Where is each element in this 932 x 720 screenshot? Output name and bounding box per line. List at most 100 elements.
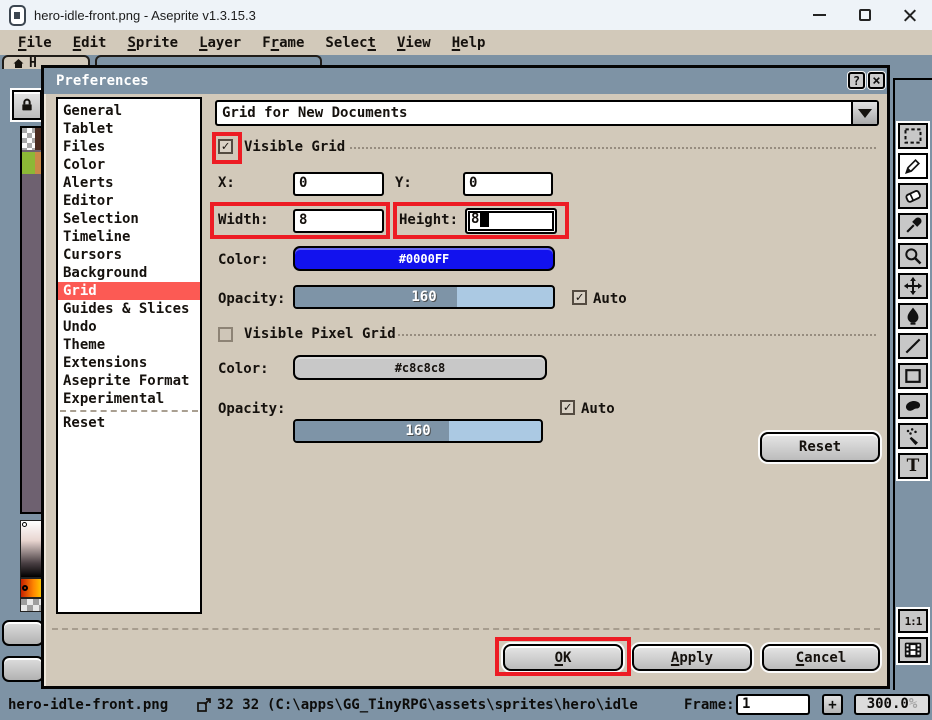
sidebar-item-color[interactable]: Color <box>58 156 200 174</box>
x-label: X: <box>218 175 235 191</box>
hue-slider[interactable] <box>20 578 45 598</box>
pixel-opacity-slider[interactable]: 160 <box>293 419 543 443</box>
zoom-1-1-button[interactable]: 1:1 <box>896 607 930 635</box>
spray-tool-button[interactable] <box>896 421 930 451</box>
menu-edit[interactable]: Edit <box>63 33 118 53</box>
grid-color-button[interactable]: #0000FF <box>293 246 555 271</box>
green-swatch[interactable] <box>22 152 35 174</box>
menu-file[interactable]: File <box>8 33 63 53</box>
move-tool-button[interactable] <box>896 271 930 301</box>
close-button[interactable] <box>887 0 932 30</box>
grid-scope-dropdown[interactable]: Grid for New Documents <box>215 100 879 126</box>
maximize-button[interactable] <box>842 0 887 30</box>
sidebar-item-editor[interactable]: Editor <box>58 192 200 210</box>
tab-active-document[interactable] <box>95 55 322 69</box>
sidebar-separator <box>60 410 198 412</box>
grid-y-field[interactable]: 0 <box>463 172 553 196</box>
grid-height-field[interactable]: 8 <box>465 208 557 234</box>
gradient-selector-dot <box>22 522 27 527</box>
plus-icon: + <box>828 696 837 713</box>
color-palette-panel[interactable] <box>20 126 45 514</box>
sidebar-item-undo[interactable]: Undo <box>58 318 200 336</box>
menu-frame[interactable]: Frame <box>252 33 315 53</box>
pencil-tool-button[interactable] <box>896 151 930 181</box>
sidebar-item-tablet[interactable]: Tablet <box>58 120 200 138</box>
spray-icon <box>906 428 918 446</box>
alpha-checker-strip <box>20 598 45 612</box>
brown-swatch[interactable] <box>35 128 43 150</box>
menu-help[interactable]: Help <box>442 33 497 53</box>
sidebar-item-general[interactable]: General <box>58 102 200 120</box>
color-gradient-picker[interactable] <box>20 520 45 578</box>
blur-tool-button[interactable] <box>896 391 930 421</box>
sidebar-item-alerts[interactable]: Alerts <box>58 174 200 192</box>
sidebar-item-extensions[interactable]: Extensions <box>58 354 200 372</box>
tab-home[interactable]: H <box>2 55 90 69</box>
apply-button[interactable]: Apply <box>632 644 752 671</box>
line-tool-button[interactable] <box>896 331 930 361</box>
sidebar-item-theme[interactable]: Theme <box>58 336 200 354</box>
sprite-size-value: 32 32 <box>217 697 260 713</box>
grid-opacity-slider[interactable]: 160 <box>293 285 555 309</box>
visible-pixel-grid-checkbox[interactable] <box>218 327 233 342</box>
chevron-down-icon <box>858 108 872 118</box>
visible-grid-checkbox[interactable]: ✓ <box>218 139 233 154</box>
frame-number-field[interactable]: 1 <box>736 694 810 715</box>
sidebar-item-experimental[interactable]: Experimental <box>58 390 200 408</box>
sidebar-item-selection[interactable]: Selection <box>58 210 200 228</box>
orange-swatch[interactable] <box>35 152 43 174</box>
preferences-title-bar[interactable]: Preferences ? × <box>44 68 887 94</box>
left-panel-button-1[interactable] <box>2 620 44 646</box>
grid-opacity-auto-checkbox[interactable]: ✓ <box>572 290 587 305</box>
ok-button[interactable]: OK <box>503 644 623 671</box>
timeline-button[interactable] <box>896 635 930 665</box>
sidebar-item-cursors[interactable]: Cursors <box>58 246 200 264</box>
grid-width-field[interactable]: 8 <box>293 209 384 233</box>
eraser-icon <box>905 190 921 203</box>
lock-button[interactable] <box>12 90 42 120</box>
rectangular-marquee-tool-button[interactable] <box>896 121 930 151</box>
sidebar-item-files[interactable]: Files <box>58 138 200 156</box>
sidebar-item-reset[interactable]: Reset <box>58 414 200 432</box>
pixel-opacity-auto-checkbox[interactable]: ✓ <box>560 400 575 415</box>
zoom-tool-button[interactable] <box>896 241 930 271</box>
grid-x-field[interactable]: 0 <box>293 172 384 196</box>
dialog-help-button[interactable]: ? <box>848 72 865 89</box>
transparent-swatch[interactable] <box>22 128 35 150</box>
menu-layer[interactable]: Layer <box>189 33 252 53</box>
check-icon: ✓ <box>221 139 230 154</box>
move-icon <box>903 276 923 296</box>
sidebar-item-aseprite-format[interactable]: Aseprite Format <box>58 372 200 390</box>
zoom-level-field[interactable]: 300.0% <box>854 694 930 715</box>
sidebar-item-background[interactable]: Background <box>58 264 200 282</box>
sidebar-item-grid[interactable]: Grid <box>58 282 200 300</box>
sidebar-item-timeline[interactable]: Timeline <box>58 228 200 246</box>
text-tool-button[interactable]: T <box>896 451 930 481</box>
rectangle-tool-button[interactable] <box>896 361 930 391</box>
check-icon: ✓ <box>575 290 584 305</box>
paint-bucket-tool-button[interactable] <box>896 301 930 331</box>
menu-sprite[interactable]: Sprite <box>117 33 189 53</box>
reset-button[interactable]: Reset <box>760 432 880 462</box>
menu-select[interactable]: Select <box>315 33 387 53</box>
sprite-size-icon <box>197 698 211 712</box>
maximize-icon <box>858 9 871 21</box>
add-frame-button[interactable]: + <box>822 694 843 715</box>
menu-view[interactable]: View <box>387 33 442 53</box>
y-label: Y: <box>395 175 412 191</box>
left-panel-button-2[interactable] <box>2 656 44 682</box>
dialog-close-button[interactable]: × <box>868 72 885 89</box>
pixel-opacity-value: 160 <box>405 423 431 439</box>
sidebar-item-guides-slices[interactable]: Guides & Slices <box>58 300 200 318</box>
cancel-button[interactable]: Cancel <box>762 644 880 671</box>
pixel-color-button[interactable]: #c8c8c8 <box>293 355 547 380</box>
dialog-close-icon: × <box>872 72 881 89</box>
eraser-tool-button[interactable] <box>896 181 930 211</box>
minimize-icon <box>813 14 826 16</box>
bottom-separator <box>52 628 880 630</box>
visible-grid-label: Visible Grid <box>244 139 346 155</box>
eyedropper-tool-button[interactable] <box>896 211 930 241</box>
minimize-button[interactable] <box>797 0 842 30</box>
statusbar: hero-idle-front.png 32 32 (C:\apps\GG_Ti… <box>0 690 932 720</box>
dropdown-arrow-button[interactable] <box>851 102 877 124</box>
